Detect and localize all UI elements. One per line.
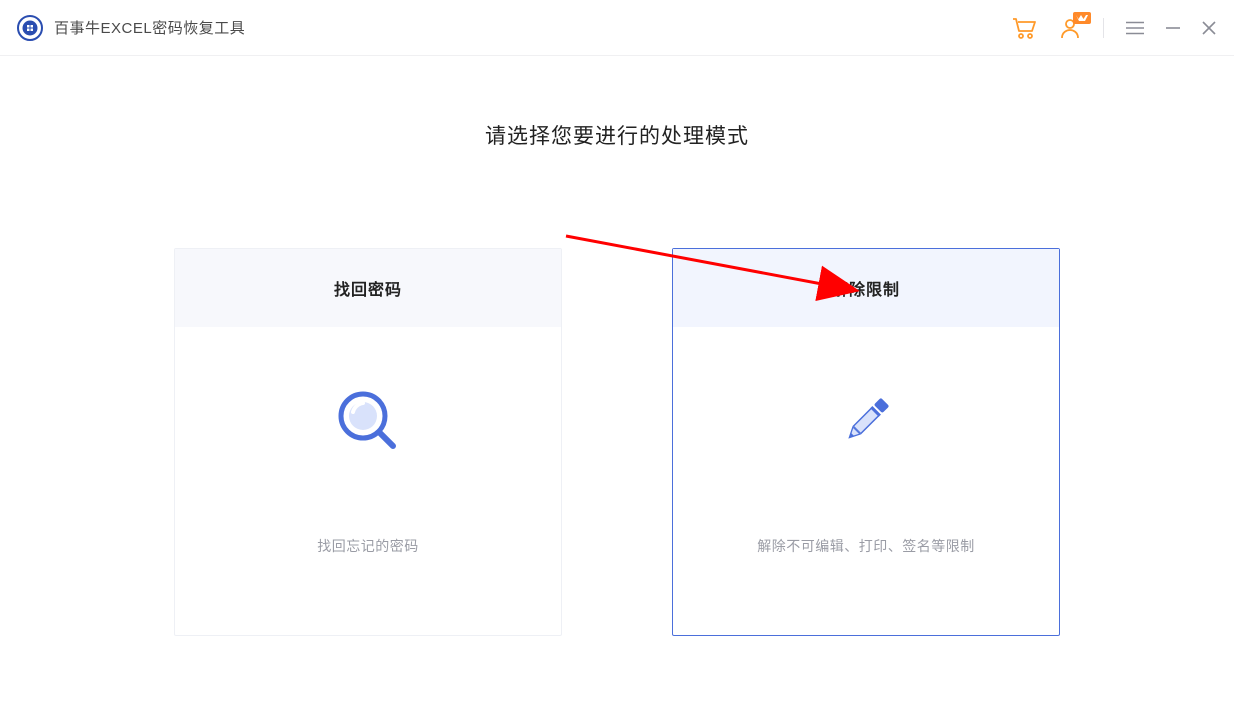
card-title: 找回密码 [334,276,402,300]
close-icon[interactable] [1202,21,1216,35]
main-content: 请选择您要进行的处理模式 找回密码 找回忘记的密码 解除 [0,56,1234,636]
menu-icon[interactable] [1126,21,1144,35]
page-heading: 请选择您要进行的处理模式 [485,120,749,150]
card-remove-restriction[interactable]: 解除限制 解除 [672,248,1060,636]
vip-badge-icon [1073,12,1091,24]
magnifier-icon [333,386,403,456]
cart-icon[interactable] [1011,16,1037,40]
card-header: 找回密码 [175,249,561,327]
card-desc: 解除不可编辑、打印、签名等限制 [757,536,975,556]
card-title: 解除限制 [832,276,900,300]
card-desc: 找回忘记的密码 [317,536,419,556]
minimize-icon[interactable] [1166,21,1180,35]
titlebar-divider [1103,18,1104,38]
user-icon[interactable] [1059,17,1081,39]
pencil-icon [831,386,901,456]
mode-cards: 找回密码 找回忘记的密码 解除限制 [174,248,1060,636]
card-body: 解除不可编辑、打印、签名等限制 [673,327,1059,635]
card-body: 找回忘记的密码 [175,327,561,635]
titlebar-right [1011,16,1216,40]
card-recover-password[interactable]: 找回密码 找回忘记的密码 [174,248,562,636]
app-title: 百事牛EXCEL密码恢复工具 [54,17,245,38]
app-logo-icon [16,14,44,42]
titlebar-left: 百事牛EXCEL密码恢复工具 [16,14,245,42]
card-header: 解除限制 [673,249,1059,327]
titlebar: 百事牛EXCEL密码恢复工具 [0,0,1234,56]
